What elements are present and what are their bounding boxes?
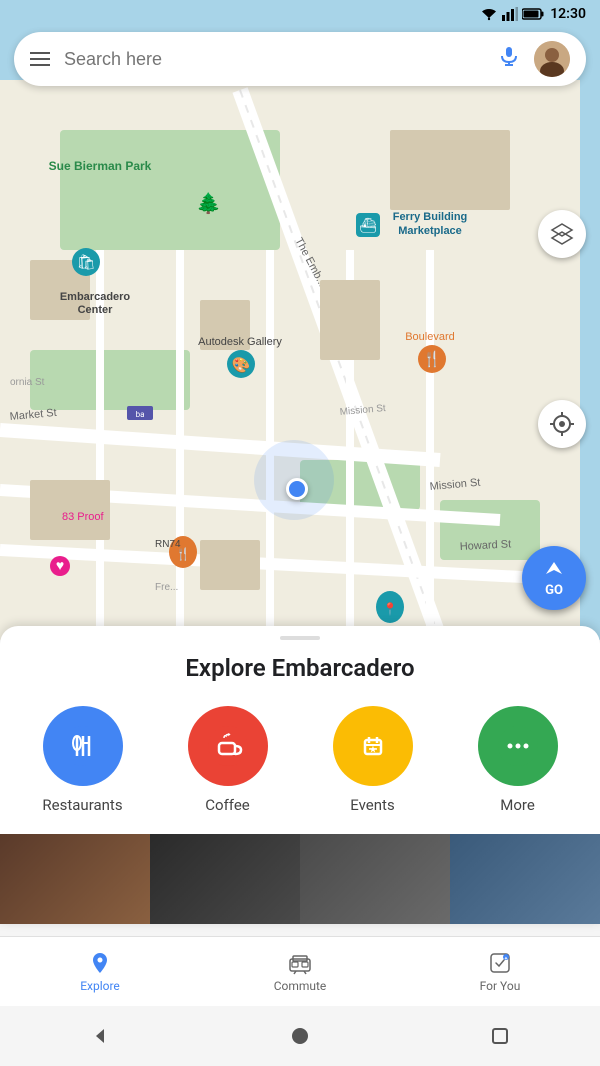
more-label: More [500, 796, 535, 814]
nav-for-you[interactable]: ✦ For You [400, 951, 600, 993]
events-icon: ★ [353, 726, 393, 766]
restaurants-circle [43, 706, 123, 786]
coffee-icon [208, 726, 248, 766]
signal-icon [502, 7, 518, 21]
svg-text:📍: 📍 [383, 602, 398, 616]
svg-text:🛍: 🛍 [76, 253, 95, 271]
status-icons [480, 7, 544, 21]
svg-text:⛴: ⛴ [359, 218, 377, 234]
search-bar[interactable] [14, 32, 586, 86]
bottom-sheet: Explore Embarcadero Restaurants [0, 626, 600, 924]
svg-text:Fre...: Fre... [155, 582, 178, 593]
svg-text:✦: ✦ [504, 956, 508, 962]
coffee-circle [188, 706, 268, 786]
status-bar: 12:30 [0, 0, 600, 28]
svg-text:ba: ba [136, 410, 145, 419]
sheet-handle [280, 636, 320, 640]
user-avatar[interactable] [534, 41, 570, 77]
restaurants-label: Restaurants [42, 796, 122, 814]
layers-icon [549, 221, 575, 247]
user-location-dot [286, 478, 308, 500]
svg-text:83 Proof: 83 Proof [62, 511, 105, 523]
thumbnail-4[interactable] [450, 834, 600, 924]
category-grid: Restaurants Coffee [0, 706, 600, 814]
nav-explore[interactable]: Explore [0, 951, 200, 993]
menu-button[interactable] [30, 52, 50, 66]
my-location-button[interactable] [538, 400, 586, 448]
battery-icon [522, 8, 544, 20]
location-target-icon [549, 411, 575, 437]
commute-nav-icon [288, 951, 312, 975]
map-area[interactable]: Market St Mission St Howard St The Emb..… [0, 0, 600, 640]
status-time: 12:30 [550, 6, 586, 22]
svg-text:Ferry Building: Ferry Building [393, 211, 468, 223]
svg-text:♥: ♥ [56, 558, 64, 574]
go-label: GO [545, 583, 563, 598]
for-you-nav-label: For You [480, 979, 521, 993]
bottom-nav: Explore Commute ✦ For You [0, 936, 600, 1006]
svg-text:ornia St: ornia St [10, 377, 45, 388]
home-icon [290, 1026, 310, 1046]
wifi-icon [480, 7, 498, 21]
thumbnail-3[interactable] [300, 834, 450, 924]
svg-text:🎨: 🎨 [232, 355, 251, 374]
events-label: Events [350, 796, 394, 814]
microphone-icon [498, 45, 520, 67]
search-input[interactable] [64, 49, 484, 70]
commute-nav-label: Commute [274, 979, 327, 993]
for-you-nav-icon: ✦ [488, 951, 512, 975]
restaurants-icon [63, 726, 103, 766]
category-restaurants[interactable]: Restaurants [28, 706, 138, 814]
recents-icon [490, 1026, 510, 1046]
explore-title: Explore Embarcadero [0, 654, 600, 682]
more-circle [478, 706, 558, 786]
map-layers-button[interactable] [538, 210, 586, 258]
events-circle: ★ [333, 706, 413, 786]
svg-text:Embarcadero: Embarcadero [60, 291, 131, 303]
svg-text:Center: Center [78, 304, 114, 316]
svg-text:Autodesk Gallery: Autodesk Gallery [198, 336, 282, 348]
category-coffee[interactable]: Coffee [173, 706, 283, 814]
nav-commute[interactable]: Commute [200, 951, 400, 993]
back-icon [90, 1026, 110, 1046]
svg-text:★: ★ [369, 745, 377, 754]
map-svg: Market St Mission St Howard St The Emb..… [0, 0, 600, 640]
more-icon [498, 726, 538, 766]
avatar-image [534, 41, 570, 77]
category-events[interactable]: ★ Events [318, 706, 428, 814]
svg-text:🍴: 🍴 [176, 547, 191, 561]
voice-search-button[interactable] [498, 45, 520, 73]
explore-nav-label: Explore [80, 979, 120, 993]
svg-text:🍴: 🍴 [423, 350, 442, 368]
svg-text:🌲: 🌲 [196, 191, 221, 215]
svg-text:Sue Bierman Park: Sue Bierman Park [49, 159, 152, 173]
coffee-label: Coffee [205, 796, 249, 814]
navigation-arrow-icon [542, 559, 566, 583]
thumbnails-row [0, 834, 600, 924]
go-button[interactable]: GO [522, 546, 586, 610]
svg-text:Boulevard: Boulevard [405, 331, 455, 343]
explore-nav-icon [88, 951, 112, 975]
back-button[interactable] [86, 1022, 114, 1050]
thumbnail-1[interactable] [0, 834, 150, 924]
home-button[interactable] [286, 1022, 314, 1050]
svg-text:Marketplace: Marketplace [398, 225, 462, 237]
category-more[interactable]: More [463, 706, 573, 814]
recents-button[interactable] [486, 1022, 514, 1050]
thumbnail-2[interactable] [150, 834, 300, 924]
system-nav-bar [0, 1006, 600, 1066]
